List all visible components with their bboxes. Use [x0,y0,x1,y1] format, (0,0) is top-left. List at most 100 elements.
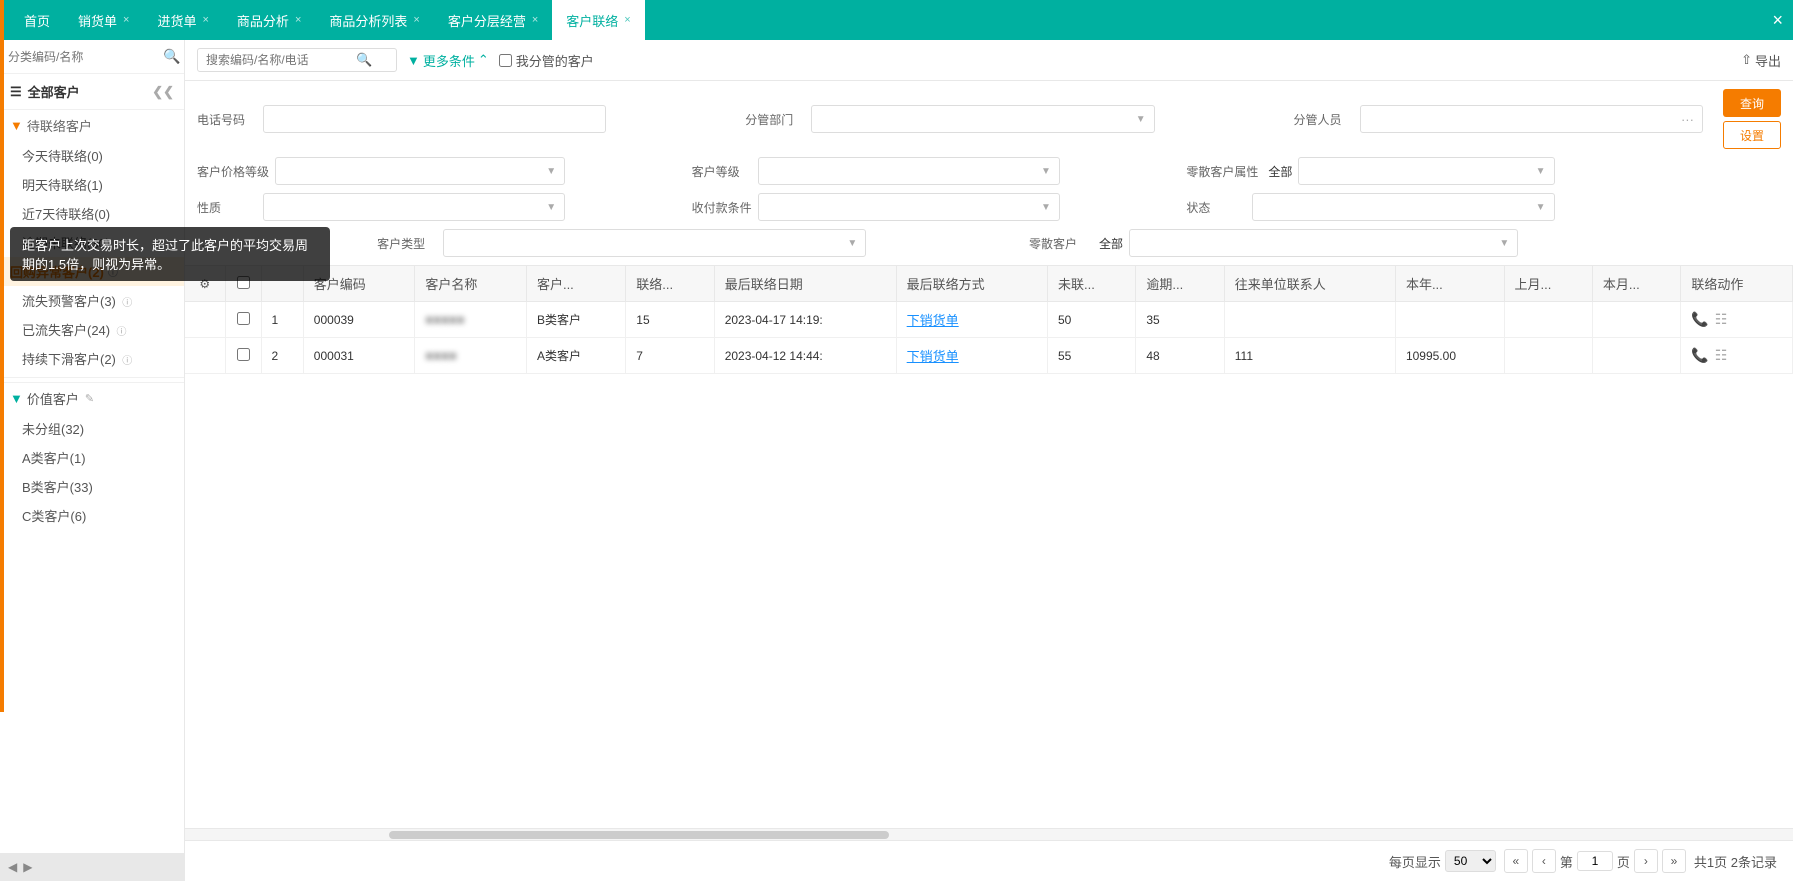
action-qr-icon-2[interactable]: ☷ [1715,347,1728,364]
phone-input[interactable] [263,105,606,133]
sidebar-item-today-pending[interactable]: 今天待联络(0) [0,141,184,170]
sidebar-value-group-header[interactable]: ▼ 价值客户 ✎ [0,382,184,414]
horizontal-scrollbar[interactable] [185,828,1793,840]
nav-close-product-analysis-list[interactable]: × [413,14,419,26]
td-code-2: 000031 [303,338,415,374]
lost-warning-info-icon[interactable]: ⓘ [122,298,132,309]
repurchase-info-icon[interactable]: ⓘ [108,264,118,279]
sidebar-item-class-a[interactable]: A类客户(1) [0,443,184,472]
sidebar-item-declining[interactable]: 持续下滑客户(2) ⓘ [0,344,184,373]
customer-type-select[interactable]: ▼ [443,229,866,257]
nav-sales-order[interactable]: 销货单 × [64,0,143,40]
nav-home[interactable]: 首页 [10,0,64,40]
action-icons-1: 📞 ☷ [1691,311,1782,328]
sidebar-item-already-lost[interactable]: 已流失客户(24) ⓘ [0,315,184,344]
more-dots-icon[interactable]: ... [201,234,214,252]
td-checkbox-1[interactable] [225,302,261,338]
already-lost-info-icon[interactable]: ⓘ [116,327,126,338]
sidebar-item-7day-pending[interactable]: 近7天待联络(0) [0,199,184,228]
gender-select[interactable]: ▼ [263,193,565,221]
declining-info-icon[interactable]: ⓘ [122,356,132,367]
sidebar-collapse-icon[interactable]: ❮❮ [152,84,174,100]
dept-select[interactable]: ▼ [811,105,1154,133]
sidebar-search-icon[interactable]: 🔍 [163,48,180,65]
nav-close-customer-contact[interactable]: × [624,14,630,26]
sidebar-item-overdue-pending[interactable]: 逾期未联络(30) [0,228,184,257]
person-select[interactable]: ··· [1360,105,1703,133]
th-name[interactable]: 客户名称 [415,266,527,302]
page-first-button[interactable]: « [1504,849,1528,873]
my-customer-checkbox-container[interactable]: 我分管的客户 [499,51,594,70]
action-qr-icon-1[interactable]: ☷ [1715,311,1728,328]
grade-select[interactable]: ▼ [275,157,565,185]
sidebar-item-class-c[interactable]: C类客户(6) [0,501,184,530]
sidebar-search-input[interactable] [8,50,163,64]
nav-close-customer-segment[interactable]: × [532,14,538,26]
sidebar-item-lost-warning[interactable]: 流失预警客户(3) ⓘ [0,286,184,315]
nav-product-analysis[interactable]: 商品分析 × [223,0,315,40]
filter-search-box[interactable]: 🔍 [197,48,397,72]
sidebar-item-repurchase-abnormal[interactable]: 回购异常客户(2) ⓘ [0,257,184,286]
th-checkbox[interactable] [225,266,261,302]
page-number-input[interactable] [1577,851,1613,871]
th-type[interactable]: 客户... [526,266,625,302]
my-customer-checkbox[interactable] [499,54,512,67]
filter-bar: 🔍 ▼ 更多条件 ⌃ 我分管的客户 ⇧ 导出 [185,40,1793,81]
settings-button[interactable]: 设置 [1723,121,1781,149]
retail-attr-select[interactable]: ▼ [1298,157,1554,185]
page-next-button[interactable]: › [1634,849,1658,873]
page-prev-button[interactable]: ‹ [1532,849,1556,873]
person-more-icon[interactable]: ··· [1681,112,1694,127]
th-this-month[interactable]: 本月... [1592,266,1680,302]
th-this-year[interactable]: 本年... [1395,266,1504,302]
sidebar-pending-group[interactable]: ▼ 待联络客户 [0,110,184,141]
level-select[interactable]: ▼ [758,157,1060,185]
th-contact-person[interactable]: 往来单位联系人 [1224,266,1395,302]
sidebar-all-customers-title: ☰ 全部客户 ❮❮ [0,74,184,110]
th-not-contacted[interactable]: 未联... [1047,266,1135,302]
sidebar-item-ungrouped[interactable]: 未分组(32) [0,414,184,443]
action-phone-icon-2[interactable]: 📞 [1691,347,1708,364]
nav-close-sales-order[interactable]: × [123,14,129,26]
td-checkbox-2[interactable] [225,338,261,374]
nav-customer-segment[interactable]: 客户分层经营 × [434,0,552,40]
sidebar-item-tomorrow-pending[interactable]: 明天待联络(1) [0,170,184,199]
row-1-checkbox[interactable] [237,312,250,325]
bottom-left-arrow[interactable]: ◀ [8,860,17,874]
filter-search-icon[interactable]: 🔍 [356,52,372,68]
sidebar-edit-icon[interactable]: ✎ [85,392,94,405]
payment-select[interactable]: ▼ [758,193,1060,221]
th-gear[interactable]: ⚙ [185,266,225,302]
select-all-checkbox[interactable] [237,276,250,289]
nav-purchase-order[interactable]: 进货单 × [143,0,222,40]
page-size-dropdown[interactable]: 50 100 200 [1445,850,1496,872]
th-contact[interactable]: 联络... [626,266,714,302]
level-label: 客户等级 [692,163,752,180]
td-last-contact-way-2[interactable]: 下销货单 [896,338,1047,374]
export-button[interactable]: ⇧ 导出 [1741,51,1781,70]
nav-product-analysis-list[interactable]: 商品分析列表 × [315,0,433,40]
scrollbar-thumb[interactable] [389,831,889,839]
th-code[interactable]: 客户编码 [303,266,415,302]
th-last-contact-date[interactable]: 最后联络日期 [714,266,896,302]
query-button[interactable]: 查询 [1723,89,1781,117]
nav-close-all-button[interactable]: × [1772,10,1783,31]
more-conditions-button[interactable]: ▼ 更多条件 ⌃ [407,51,489,70]
nav-customer-contact[interactable]: 客户联络 × [552,0,644,40]
sidebar-item-class-b[interactable]: B类客户(33) [0,472,184,501]
td-last-contact-way-1[interactable]: 下销货单 [896,302,1047,338]
action-phone-icon-1[interactable]: 📞 [1691,311,1708,328]
td-gear-2 [185,338,225,374]
th-last-month[interactable]: 上月... [1504,266,1592,302]
filter-search-input[interactable] [206,53,356,67]
row-2-checkbox[interactable] [237,348,250,361]
th-last-contact-way[interactable]: 最后联络方式 [896,266,1047,302]
status-select[interactable]: ▼ [1252,193,1554,221]
th-overdue[interactable]: 逾期... [1136,266,1224,302]
page-last-button[interactable]: » [1662,849,1686,873]
bottom-right-arrow[interactable]: ▶ [23,860,32,874]
retail-customer-select[interactable]: ▼ [1129,229,1518,257]
nav-close-purchase-order[interactable]: × [202,14,208,26]
sidebar-divider [0,377,184,378]
nav-close-product-analysis[interactable]: × [295,14,301,26]
